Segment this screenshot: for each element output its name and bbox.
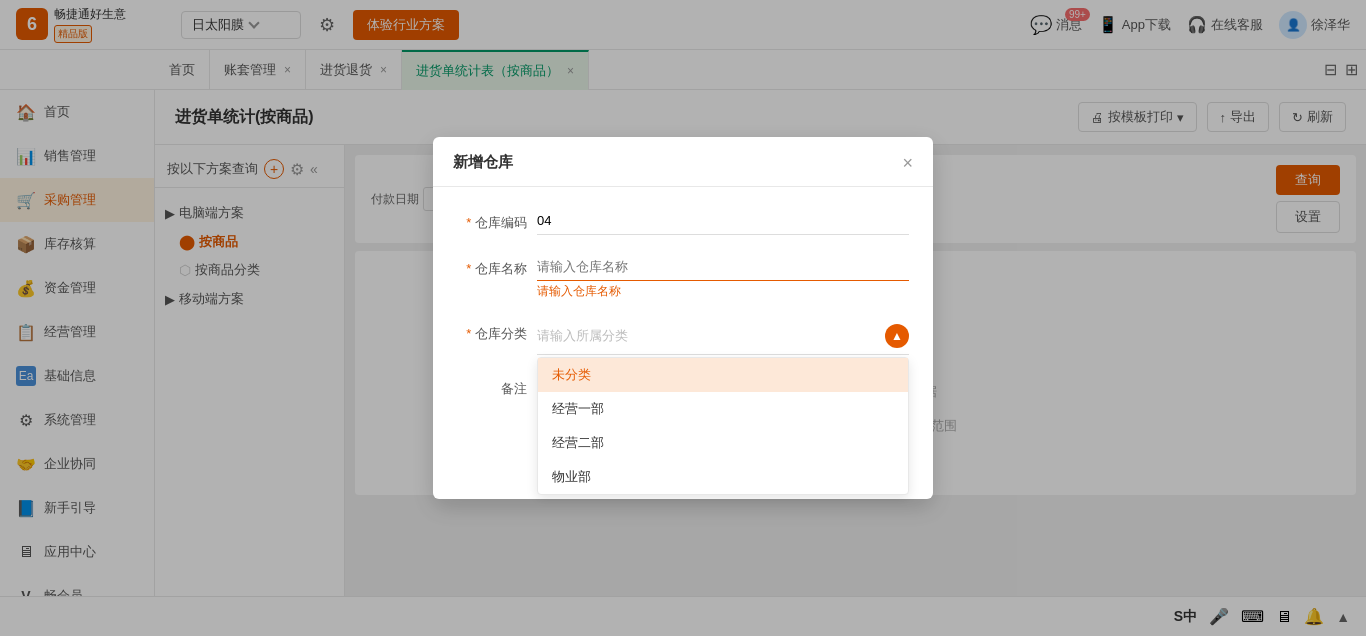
category-field-wrap: 请输入所属分类 ▲ 未分类 经营一部 经营二部 物业部 bbox=[537, 318, 909, 355]
warehouse-code-input[interactable] bbox=[537, 207, 909, 235]
dropdown-item-ops2[interactable]: 经营二部 bbox=[538, 426, 908, 460]
category-dropdown-list: 未分类 经营一部 经营二部 物业部 bbox=[537, 357, 909, 495]
dialog-close-button[interactable]: × bbox=[902, 154, 913, 172]
dropdown-item-property[interactable]: 物业部 bbox=[538, 460, 908, 494]
warehouse-name-input[interactable] bbox=[537, 253, 909, 281]
note-label: 备注 bbox=[457, 373, 537, 398]
warehouse-category-row: * 仓库分类 请输入所属分类 ▲ 未分类 经营一部 经营二部 物业部 bbox=[457, 318, 909, 355]
name-error-msg: 请输入仓库名称 bbox=[537, 283, 909, 300]
name-label: * 仓库名称 bbox=[457, 253, 537, 278]
modal-overlay[interactable]: 新增仓库 × * 仓库编码 * 仓库名称 bbox=[0, 0, 1366, 636]
warehouse-code-row: * 仓库编码 bbox=[457, 207, 909, 235]
name-field-wrap: 请输入仓库名称 bbox=[537, 253, 909, 300]
dialog-title: 新增仓库 bbox=[453, 153, 513, 172]
category-placeholder: 请输入所属分类 bbox=[537, 327, 628, 345]
code-field-wrap bbox=[537, 207, 909, 235]
dropdown-arrow-icon: ▲ bbox=[885, 324, 909, 348]
dialog-header: 新增仓库 × bbox=[433, 137, 933, 187]
category-dropdown[interactable]: 请输入所属分类 ▲ bbox=[537, 318, 909, 355]
dropdown-item-ops1[interactable]: 经营一部 bbox=[538, 392, 908, 426]
category-label: * 仓库分类 bbox=[457, 318, 537, 343]
dialog-body: * 仓库编码 * 仓库名称 请输入仓库名称 bbox=[433, 187, 933, 439]
new-warehouse-dialog: 新增仓库 × * 仓库编码 * 仓库名称 bbox=[433, 137, 933, 499]
warehouse-name-row: * 仓库名称 请输入仓库名称 bbox=[457, 253, 909, 300]
code-label: * 仓库编码 bbox=[457, 207, 537, 232]
dropdown-item-uncategorized[interactable]: 未分类 bbox=[538, 358, 908, 392]
